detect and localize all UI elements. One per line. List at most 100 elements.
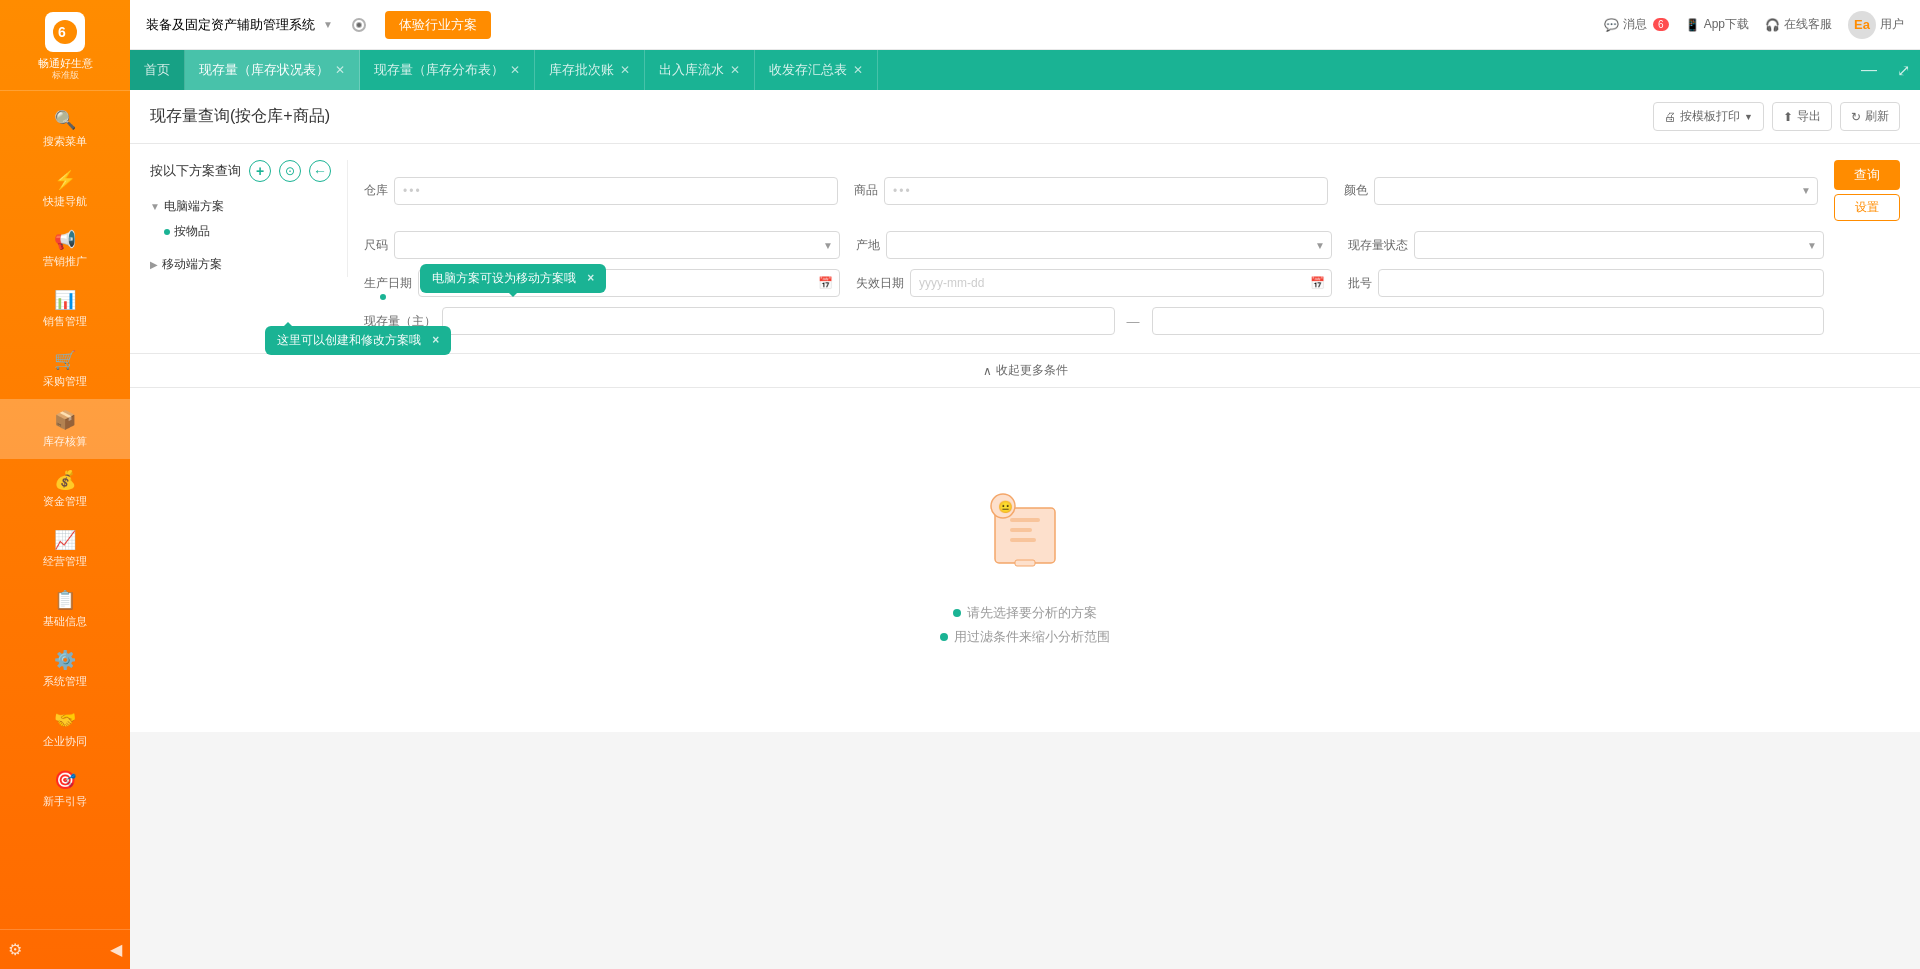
sidebar-item-finance[interactable]: 💰 资金管理 — [0, 459, 130, 519]
experience-btn[interactable]: 体验行业方案 — [385, 11, 491, 39]
tab-close-batch[interactable]: ✕ — [620, 63, 630, 77]
collapse-bar[interactable]: ∧ 收起更多条件 — [130, 354, 1920, 388]
scheme-bottom-tooltip: 这里可以创建和修改方案哦 × — [265, 326, 451, 355]
tab-minimize-btn[interactable]: — — [1851, 61, 1887, 79]
product-dots: ••• — [893, 184, 912, 198]
sidebar-item-sales[interactable]: 📊 销售管理 — [0, 279, 130, 339]
range-separator: — — [1121, 314, 1146, 329]
size-label: 尺码 — [364, 237, 388, 254]
filter-origin: 产地 ▼ — [856, 231, 1332, 259]
topbar-right: 💬 消息 6 📱 App下载 🎧 在线客服 Ea 用户 — [1604, 11, 1904, 39]
stock-qty-from[interactable] — [442, 307, 1115, 335]
logo-icon: 6 — [45, 12, 85, 52]
filter-size: 尺码 ▼ — [364, 231, 840, 259]
stock-qty-to[interactable] — [1152, 307, 1825, 335]
origin-select[interactable]: ▼ — [886, 231, 1332, 259]
reset-btn[interactable]: 设置 — [1834, 194, 1900, 221]
filter-row-4: 现存量（主） — — [364, 307, 1900, 335]
tab-close-flow[interactable]: ✕ — [730, 63, 740, 77]
add-scheme-btn[interactable]: + — [249, 160, 271, 182]
online-service-btn[interactable]: 🎧 在线客服 — [1765, 16, 1832, 33]
tab-close-inventory-dist[interactable]: ✕ — [510, 63, 520, 77]
tooltip-top-close[interactable]: × — [587, 271, 594, 285]
scheme-expand-icon: ▼ — [150, 201, 160, 212]
desktop-sub-item[interactable]: 按物品 — [150, 219, 331, 244]
expire-date-label: 失效日期 — [856, 275, 904, 292]
tab-inventory-dist-label: 现存量（库存分布表） — [374, 61, 504, 79]
sidebar-item-purchase[interactable]: 🛒 采购管理 — [0, 339, 130, 399]
stock-status-select[interactable]: ▼ — [1414, 231, 1824, 259]
batch-input[interactable] — [1378, 269, 1824, 297]
filter-product: 商品 ••• — [854, 177, 1328, 205]
mobile-scheme-item[interactable]: ▶ 移动端方案 — [150, 252, 331, 277]
topbar: 装备及固定资产辅助管理系统 ▼ 体验行业方案 💬 消息 6 📱 App下载 🎧 … — [130, 0, 1920, 50]
size-select[interactable]: ▼ — [394, 231, 840, 259]
svg-point-2 — [357, 23, 361, 27]
mobile-scheme-expand-icon: ▶ — [150, 259, 158, 270]
page-header: 现存量查询(按仓库+商品) 🖨 按模板打印 ▼ ⬆ 导出 ↻ 刷新 — [130, 90, 1920, 144]
export-btn[interactable]: ⬆ 导出 — [1772, 102, 1832, 131]
purchase-icon: 🛒 — [54, 349, 76, 371]
sidebar-item-operations[interactable]: 📈 经营管理 — [0, 519, 130, 579]
message-btn[interactable]: 💬 消息 6 — [1604, 16, 1669, 33]
sidebar-item-search[interactable]: 🔍 搜索菜单 — [0, 99, 130, 159]
sidebar-item-guide[interactable]: 🎯 新手引导 — [0, 759, 130, 819]
main-content: 现存量查询(按仓库+商品) 🖨 按模板打印 ▼ ⬆ 导出 ↻ 刷新 按以下方案查… — [130, 90, 1920, 969]
export-icon: ⬆ — [1783, 110, 1793, 124]
print-icon: 🖨 — [1664, 110, 1676, 124]
tab-inventory-dist[interactable]: 现存量（库存分布表） ✕ — [360, 50, 535, 90]
app-download-btn[interactable]: 📱 App下载 — [1685, 16, 1749, 33]
sidebar-item-inventory[interactable]: 📦 库存核算 — [0, 399, 130, 459]
user-menu-btn[interactable]: Ea 用户 — [1848, 11, 1904, 39]
print-btn[interactable]: 🖨 按模板打印 ▼ — [1653, 102, 1764, 131]
product-select[interactable]: ••• — [884, 177, 1328, 205]
tab-home[interactable]: 首页 — [130, 50, 185, 90]
sidebar-item-system[interactable]: ⚙️ 系统管理 — [0, 639, 130, 699]
tab-inventory-status[interactable]: 现存量（库存状况表） ✕ — [185, 50, 360, 90]
phone-icon: 📱 — [1685, 18, 1700, 32]
logo-area: 6 畅通好生意 标准版 — [0, 0, 130, 91]
print-dropdown-icon: ▼ — [1744, 112, 1753, 122]
finance-icon: 💰 — [54, 469, 76, 491]
query-btn[interactable]: 查询 — [1834, 160, 1900, 190]
refresh-btn[interactable]: ↻ 刷新 — [1840, 102, 1900, 131]
filter-header: 按以下方案查询 + ⊙ ← — [150, 160, 331, 182]
copy-scheme-btn[interactable]: ⊙ — [279, 160, 301, 182]
product-label: 商品 — [854, 182, 878, 199]
desktop-scheme-item[interactable]: ▼ 电脑端方案 — [150, 194, 331, 219]
tab-close-summary[interactable]: ✕ — [853, 63, 863, 77]
filter-batch: 批号 — [1348, 269, 1824, 297]
tab-fullscreen-btn[interactable]: ⤢ — [1887, 61, 1920, 80]
page-actions: 🖨 按模板打印 ▼ ⬆ 导出 ↻ 刷新 — [1653, 102, 1900, 131]
filter-label: 按以下方案查询 — [150, 162, 241, 180]
settings-bottom-icon[interactable]: ⚙ — [8, 940, 22, 959]
expire-date-start[interactable]: yyyy-mm-dd 📅 — [910, 269, 1332, 297]
tab-close-inventory-status[interactable]: ✕ — [335, 63, 345, 77]
empty-step1: 请先选择要分析的方案 — [953, 604, 1097, 622]
tab-summary[interactable]: 收发存汇总表 ✕ — [755, 50, 878, 90]
system-name-select[interactable]: 装备及固定资产辅助管理系统 ▼ — [146, 16, 333, 34]
color-select[interactable]: ▼ — [1374, 177, 1818, 205]
warehouse-select[interactable]: ••• — [394, 177, 838, 205]
size-arrow: ▼ — [823, 240, 833, 251]
empty-area: 😐 请先选择要分析的方案 用过滤条件来缩小分析范围 — [130, 388, 1920, 732]
sidebar-item-collab[interactable]: 🤝 企业协同 — [0, 699, 130, 759]
guide-icon: 🎯 — [54, 769, 76, 791]
collab-icon: 🤝 — [54, 709, 76, 731]
svg-rect-9 — [1015, 560, 1035, 566]
calendar-icon: 📅 — [818, 276, 833, 290]
sidebar-item-marketing[interactable]: 📢 营销推广 — [0, 219, 130, 279]
desktop-scheme-tree: ▼ 电脑端方案 按物品 — [150, 194, 331, 244]
empty-step2-dot — [940, 633, 948, 641]
desktop-sub-scheme[interactable]: 按物品 — [164, 219, 331, 244]
sidebar-item-basic[interactable]: 📋 基础信息 — [0, 579, 130, 639]
page-title: 现存量查询(按仓库+商品) — [150, 106, 330, 127]
tab-batch[interactable]: 库存批次账 ✕ — [535, 50, 645, 90]
collapse-sidebar-btn[interactable]: ◀ — [110, 940, 122, 959]
tooltip-bottom-close[interactable]: × — [432, 333, 439, 347]
tab-flow[interactable]: 出入库流水 ✕ — [645, 50, 755, 90]
topbar-settings-btn[interactable] — [345, 11, 373, 39]
sidebar-item-quicknav[interactable]: ⚡ 快捷导航 — [0, 159, 130, 219]
back-scheme-btn[interactable]: ← — [309, 160, 331, 182]
message-badge: 6 — [1653, 18, 1669, 31]
